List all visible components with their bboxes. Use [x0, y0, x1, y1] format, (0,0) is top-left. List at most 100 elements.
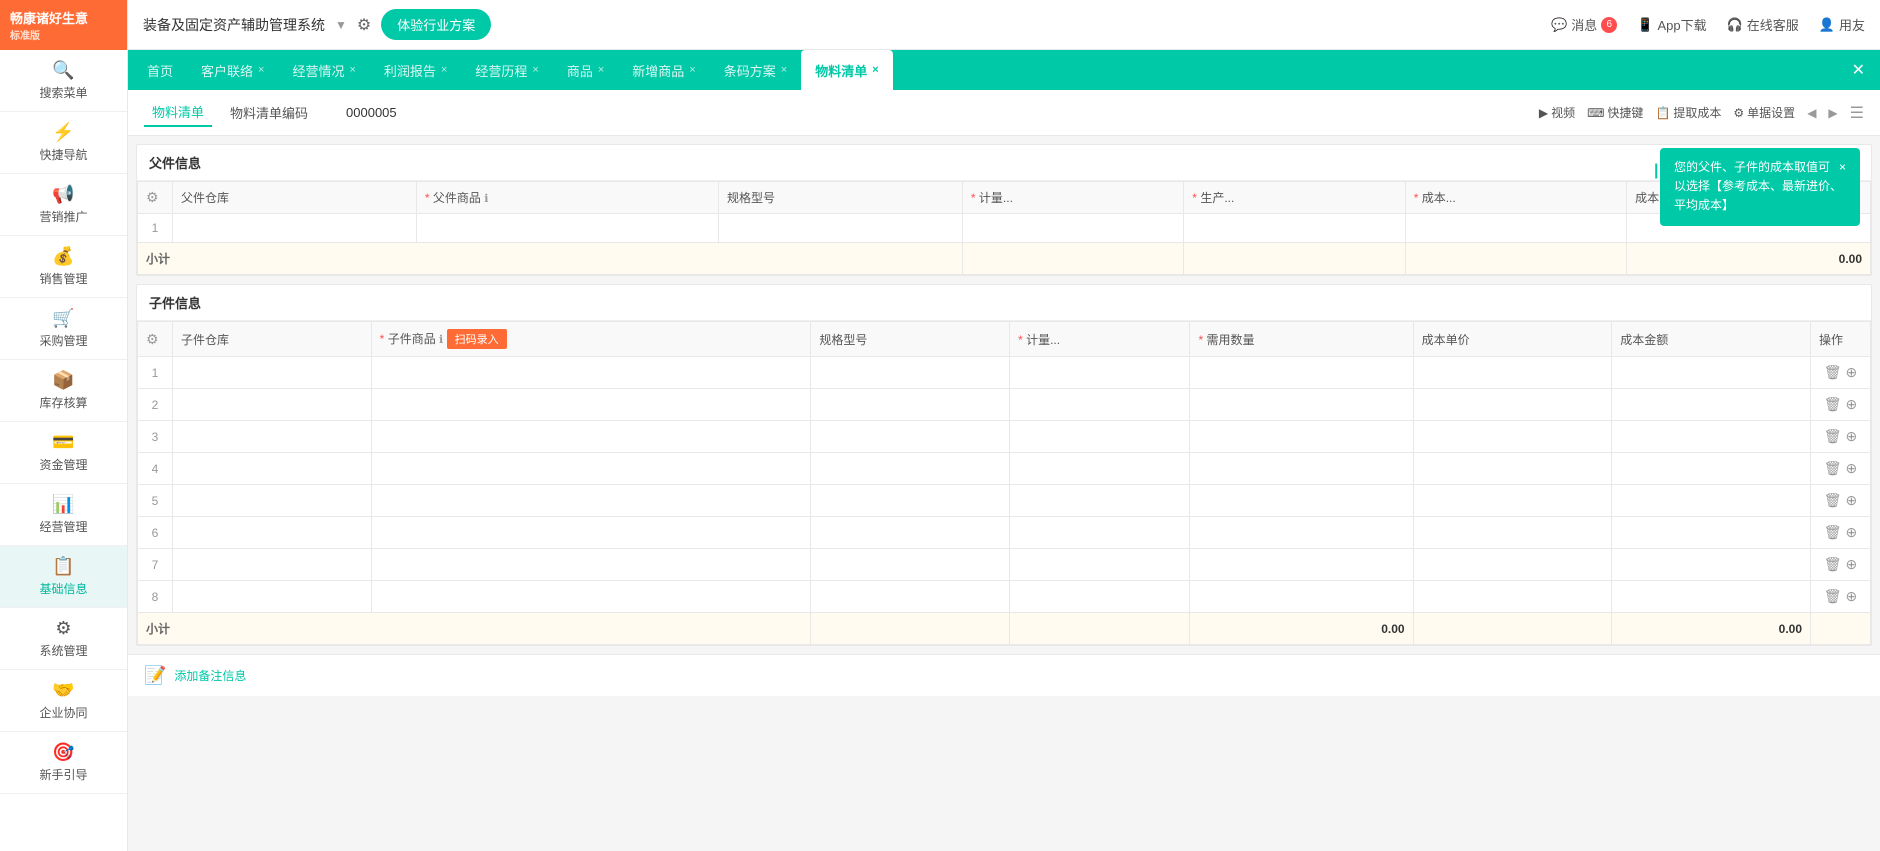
child-spec-4[interactable] — [811, 453, 1010, 485]
child-amount-6[interactable] — [1612, 517, 1811, 549]
child-spec-8[interactable] — [811, 581, 1010, 613]
child-unitcost-4[interactable] — [1413, 453, 1612, 485]
child-unit-8[interactable] — [1010, 581, 1190, 613]
parent-warehouse-cell[interactable] — [173, 214, 417, 243]
add-row-icon[interactable]: 📝 — [144, 665, 166, 686]
delete-row-icon-2[interactable]: 🗑 — [1824, 396, 1842, 413]
child-qty-3[interactable] — [1190, 421, 1413, 453]
delete-row-icon-1[interactable]: 🗑 — [1824, 364, 1842, 381]
close-tab-barcode-icon[interactable]: × — [781, 64, 787, 76]
parent-product-cell[interactable] — [416, 214, 718, 243]
child-warehouse-3[interactable] — [173, 421, 372, 453]
child-amount-4[interactable] — [1612, 453, 1811, 485]
tab-new-goods[interactable]: 新增商品 × — [618, 50, 709, 90]
delete-row-icon-3[interactable]: 🗑 — [1824, 428, 1842, 445]
child-warehouse-2[interactable] — [173, 389, 372, 421]
child-product-7[interactable] — [371, 549, 811, 581]
tab-goods[interactable]: 商品 × — [553, 50, 618, 90]
child-spec-7[interactable] — [811, 549, 1010, 581]
sidebar-item-system[interactable]: ⚙ 系统管理 — [0, 608, 127, 670]
sidebar-item-basics[interactable]: 📋 基础信息 — [0, 546, 127, 608]
tab-barcode[interactable]: 条码方案 × — [710, 50, 801, 90]
child-spec-1[interactable] — [811, 357, 1010, 389]
child-unit-4[interactable] — [1010, 453, 1190, 485]
delete-row-icon-6[interactable]: 🗑 — [1824, 524, 1842, 541]
parent-unit-cell[interactable] — [962, 214, 1183, 243]
sidebar-item-marketing[interactable]: 📢 营销推广 — [0, 174, 127, 236]
trial-button[interactable]: 体验行业方案 — [381, 9, 491, 40]
child-amount-7[interactable] — [1612, 549, 1811, 581]
copy-row-icon-3[interactable]: ⊕ — [1846, 428, 1858, 445]
child-warehouse-8[interactable] — [173, 581, 372, 613]
shortcut-action[interactable]: ⌨ 快捷键 — [1587, 104, 1643, 121]
sidebar-item-finance[interactable]: 💳 资金管理 — [0, 422, 127, 484]
child-product-6[interactable] — [371, 517, 811, 549]
child-unitcost-7[interactable] — [1413, 549, 1612, 581]
close-tab-new-goods-icon[interactable]: × — [689, 64, 695, 76]
child-spec-2[interactable] — [811, 389, 1010, 421]
child-warehouse-4[interactable] — [173, 453, 372, 485]
copy-row-icon-8[interactable]: ⊕ — [1846, 588, 1858, 605]
child-unit-6[interactable] — [1010, 517, 1190, 549]
child-warehouse-1[interactable] — [173, 357, 372, 389]
child-unitcost-5[interactable] — [1413, 485, 1612, 517]
child-unitcost-3[interactable] — [1413, 421, 1612, 453]
child-amount-2[interactable] — [1612, 389, 1811, 421]
child-product-5[interactable] — [371, 485, 811, 517]
delete-row-icon-5[interactable]: 🗑 — [1824, 492, 1842, 509]
child-amount-5[interactable] — [1612, 485, 1811, 517]
child-product-2[interactable] — [371, 389, 811, 421]
online-service-item[interactable]: 🎧 在线客服 — [1727, 15, 1799, 34]
sidebar-item-guide[interactable]: 🎯 新手引导 — [0, 732, 127, 794]
copy-row-icon-6[interactable]: ⊕ — [1846, 524, 1858, 541]
child-amount-1[interactable] — [1612, 357, 1811, 389]
child-warehouse-5[interactable] — [173, 485, 372, 517]
sidebar-item-purchase[interactable]: 🛒 采购管理 — [0, 298, 127, 360]
child-unit-2[interactable] — [1010, 389, 1190, 421]
child-qty-6[interactable] — [1190, 517, 1413, 549]
child-qty-5[interactable] — [1190, 485, 1413, 517]
sub-tab-bom-code[interactable]: 物料清单编码 — [222, 99, 316, 126]
close-all-tabs-icon[interactable]: ✕ — [1842, 60, 1875, 80]
scan-input-button[interactable]: 扫码录入 — [447, 329, 507, 349]
child-warehouse-6[interactable] — [173, 517, 372, 549]
copy-row-icon-7[interactable]: ⊕ — [1846, 556, 1858, 573]
tooltip-close-btn[interactable]: × — [1839, 158, 1846, 177]
child-unit-7[interactable] — [1010, 549, 1190, 581]
child-qty-7[interactable] — [1190, 549, 1413, 581]
video-action[interactable]: ▶ 视频 — [1539, 104, 1575, 121]
sidebar-item-inventory[interactable]: 📦 库存核算 — [0, 360, 127, 422]
child-unitcost-6[interactable] — [1413, 517, 1612, 549]
close-tab-goods-icon[interactable]: × — [598, 64, 604, 76]
settings-icon[interactable]: ⚙ — [357, 15, 371, 35]
child-amount-8[interactable] — [1612, 581, 1811, 613]
child-qty-1[interactable] — [1190, 357, 1413, 389]
sub-tab-bom[interactable]: 物料清单 — [144, 98, 212, 127]
tab-operation[interactable]: 经营情况 × — [278, 50, 369, 90]
add-row-label[interactable]: 添加备注信息 — [174, 667, 246, 684]
child-qty-8[interactable] — [1190, 581, 1413, 613]
delete-row-icon-7[interactable]: 🗑 — [1824, 556, 1842, 573]
child-unit-3[interactable] — [1010, 421, 1190, 453]
child-product-3[interactable] — [371, 421, 811, 453]
sidebar-item-sales[interactable]: 💰 销售管理 — [0, 236, 127, 298]
copy-row-icon-2[interactable]: ⊕ — [1846, 396, 1858, 413]
delete-row-icon-4[interactable]: 🗑 — [1824, 460, 1842, 477]
child-unit-5[interactable] — [1010, 485, 1190, 517]
tab-customer[interactable]: 客户联络 × — [187, 50, 278, 90]
close-tab-operation-icon[interactable]: × — [349, 64, 355, 76]
copy-row-icon-5[interactable]: ⊕ — [1846, 492, 1858, 509]
child-product-8[interactable] — [371, 581, 811, 613]
nav-next-icon[interactable]: ▶ — [1828, 106, 1837, 120]
parent-cost-cell[interactable] — [1405, 214, 1626, 243]
extract-cost-action[interactable]: 📋 提取成本 — [1655, 104, 1721, 121]
child-warehouse-7[interactable] — [173, 549, 372, 581]
child-unitcost-1[interactable] — [1413, 357, 1612, 389]
copy-row-icon-1[interactable]: ⊕ — [1846, 364, 1858, 381]
tab-bom[interactable]: 物料清单 × — [801, 50, 892, 90]
close-tab-profit-icon[interactable]: × — [441, 64, 447, 76]
message-item[interactable]: 💬 消息 6 — [1551, 15, 1617, 34]
child-amount-3[interactable] — [1612, 421, 1811, 453]
app-download-item[interactable]: 📱 App下载 — [1637, 15, 1706, 34]
tab-home[interactable]: 首页 — [133, 50, 187, 90]
